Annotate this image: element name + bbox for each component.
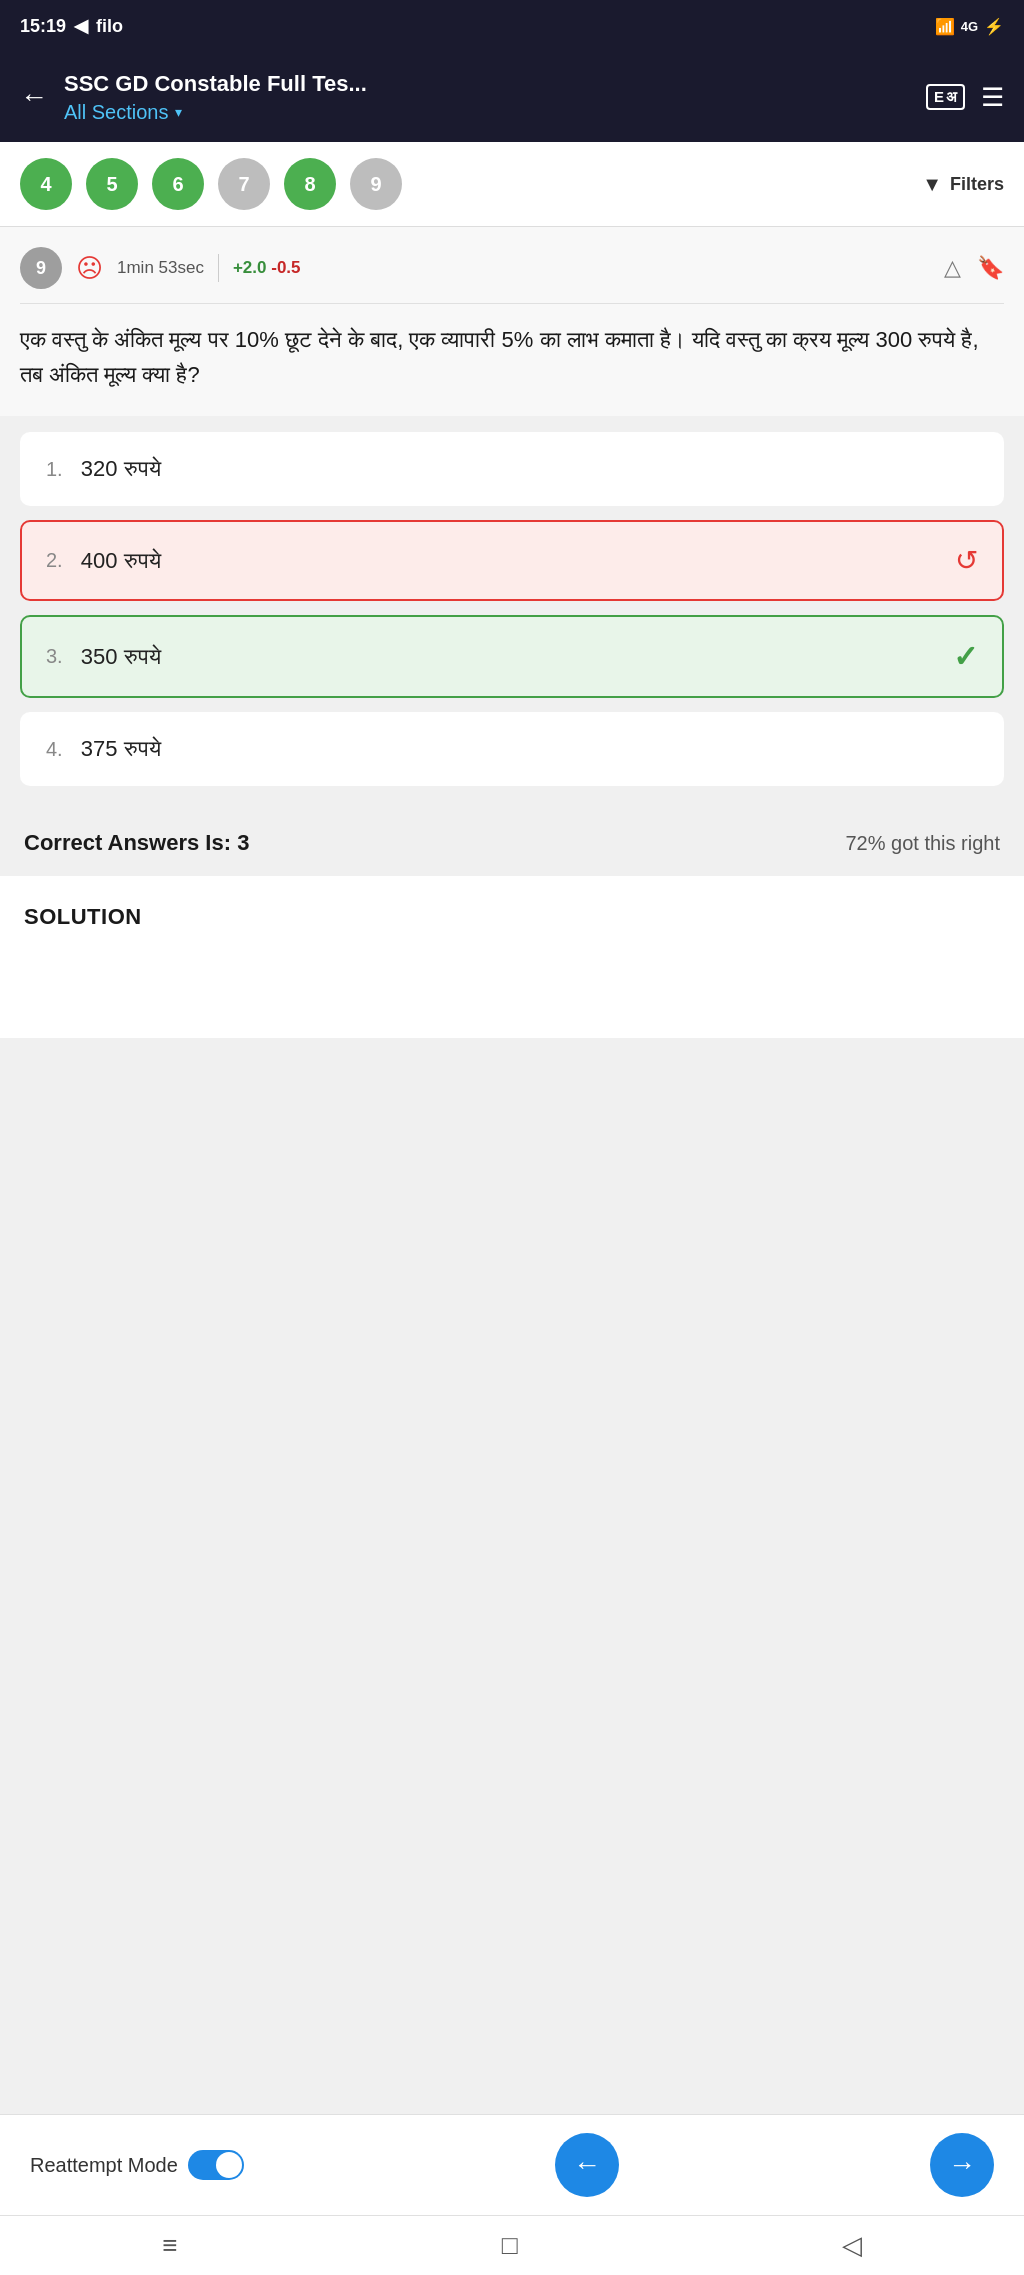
options-area: 1. 320 रुपये 2. 400 रुपये ↺ 3. 350 रुपये… (0, 416, 1024, 802)
app-header: ← SSC GD Constable Full Tes... All Secti… (0, 52, 1024, 142)
bubble-q7[interactable]: 7 (218, 158, 270, 210)
next-question-button[interactable]: → (930, 2133, 994, 2197)
option-2-num: 2. (46, 549, 63, 572)
option-2[interactable]: 2. 400 रुपये ↺ (20, 520, 1004, 601)
filter-icon: ▼ (922, 173, 942, 196)
status-bar: 15:19 ◀ filo 📶 4G ⚡ (0, 0, 1024, 52)
prev-question-button[interactable]: ← (555, 2133, 619, 2197)
score-minus: -0.5 (271, 258, 300, 277)
meta-divider (218, 254, 219, 282)
option-4[interactable]: 4. 375 रुपये (20, 712, 1004, 786)
android-nav-bar: ≡ □ ◁ (0, 2215, 1024, 2275)
chevron-down-icon: ▾ (175, 104, 182, 120)
android-back-icon[interactable]: ◁ (842, 2230, 862, 2261)
meta-icons: △ 🔖 (944, 255, 1004, 281)
reattempt-mode-wrap: Reattempt Mode (30, 2150, 244, 2180)
solution-section: SOLUTION (0, 876, 1024, 1038)
option-4-text: 375 रुपये (81, 736, 978, 762)
option-2-text: 400 रुपये (81, 548, 955, 574)
status-app: filo (96, 16, 123, 37)
status-right: 📶 4G ⚡ (935, 17, 1004, 36)
tick-icon: ✓ (953, 639, 978, 674)
option-1-text: 320 रुपये (81, 456, 978, 482)
q-number: 9 (36, 258, 46, 279)
header-icons: E अ ☰ (926, 82, 1004, 113)
section-selector[interactable]: All Sections ▾ (64, 101, 910, 124)
status-arrow: ◀ (74, 15, 88, 37)
option-3-text: 350 रुपये (81, 644, 953, 670)
scoring-info: +2.0 -0.5 (233, 258, 301, 278)
question-bubbles-row: 4 5 6 7 8 9 ▼ Filters (0, 142, 1024, 227)
retry-icon: ↺ (955, 544, 978, 577)
prev-arrow-icon: ← (573, 2149, 601, 2181)
bookmark-icon[interactable]: 🔖 (977, 255, 1004, 281)
option-1[interactable]: 1. 320 रुपये (20, 432, 1004, 506)
correct-answer-label: Correct Answers Is: 3 (24, 830, 249, 856)
bubble-q8[interactable]: 8 (284, 158, 336, 210)
question-number-circle: 9 (20, 247, 62, 289)
toggle-knob (216, 2152, 242, 2178)
bubble-q6[interactable]: 6 (152, 158, 204, 210)
header-title-block: SSC GD Constable Full Tes... All Section… (64, 70, 910, 124)
lang-english: E (934, 88, 944, 106)
solution-title: SOLUTION (24, 904, 1000, 930)
bubble-q4[interactable]: 4 (20, 158, 72, 210)
filter-label: Filters (950, 174, 1004, 195)
status-left: 15:19 ◀ filo (20, 15, 123, 37)
android-menu-icon[interactable]: ≡ (162, 2230, 177, 2261)
section-label: All Sections (64, 101, 169, 124)
option-3-num: 3. (46, 645, 63, 668)
next-arrow-icon: → (948, 2149, 976, 2181)
question-meta: 9 ☹ 1min 53sec +2.0 -0.5 △ 🔖 (20, 247, 1004, 304)
language-toggle[interactable]: E अ (926, 84, 965, 110)
exam-title: SSC GD Constable Full Tes... (64, 70, 910, 99)
status-time: 15:19 (20, 16, 66, 37)
signal-icon: 📶 (935, 17, 955, 36)
menu-button[interactable]: ☰ (981, 82, 1004, 113)
filter-button[interactable]: ▼ Filters (922, 173, 1004, 196)
percent-got-right: 72% got this right (845, 832, 1000, 855)
question-text: एक वस्तु के अंकित मूल्य पर 10% छूट देने … (20, 322, 1004, 416)
bubble-q9[interactable]: 9 (350, 158, 402, 210)
question-area: 9 ☹ 1min 53sec +2.0 -0.5 △ 🔖 एक वस्तु के… (0, 227, 1024, 416)
network-icon: 4G (961, 19, 978, 34)
back-button[interactable]: ← (20, 81, 48, 113)
bubble-q5[interactable]: 5 (86, 158, 138, 210)
warning-icon[interactable]: △ (944, 255, 961, 281)
sad-face-icon: ☹ (76, 253, 103, 284)
option-3[interactable]: 3. 350 रुपये ✓ (20, 615, 1004, 698)
bottom-bar: Reattempt Mode ← → (0, 2114, 1024, 2215)
option-1-num: 1. (46, 458, 63, 481)
lang-hindi: अ (946, 88, 957, 106)
option-4-num: 4. (46, 738, 63, 761)
correct-answer-row: Correct Answers Is: 3 72% got this right (0, 802, 1024, 876)
battery-icon: ⚡ (984, 17, 1004, 36)
reattempt-toggle[interactable] (188, 2150, 244, 2180)
timer: 1min 53sec (117, 258, 204, 278)
reattempt-label: Reattempt Mode (30, 2154, 178, 2177)
score-plus: +2.0 (233, 258, 267, 277)
android-home-icon[interactable]: □ (502, 2230, 518, 2261)
